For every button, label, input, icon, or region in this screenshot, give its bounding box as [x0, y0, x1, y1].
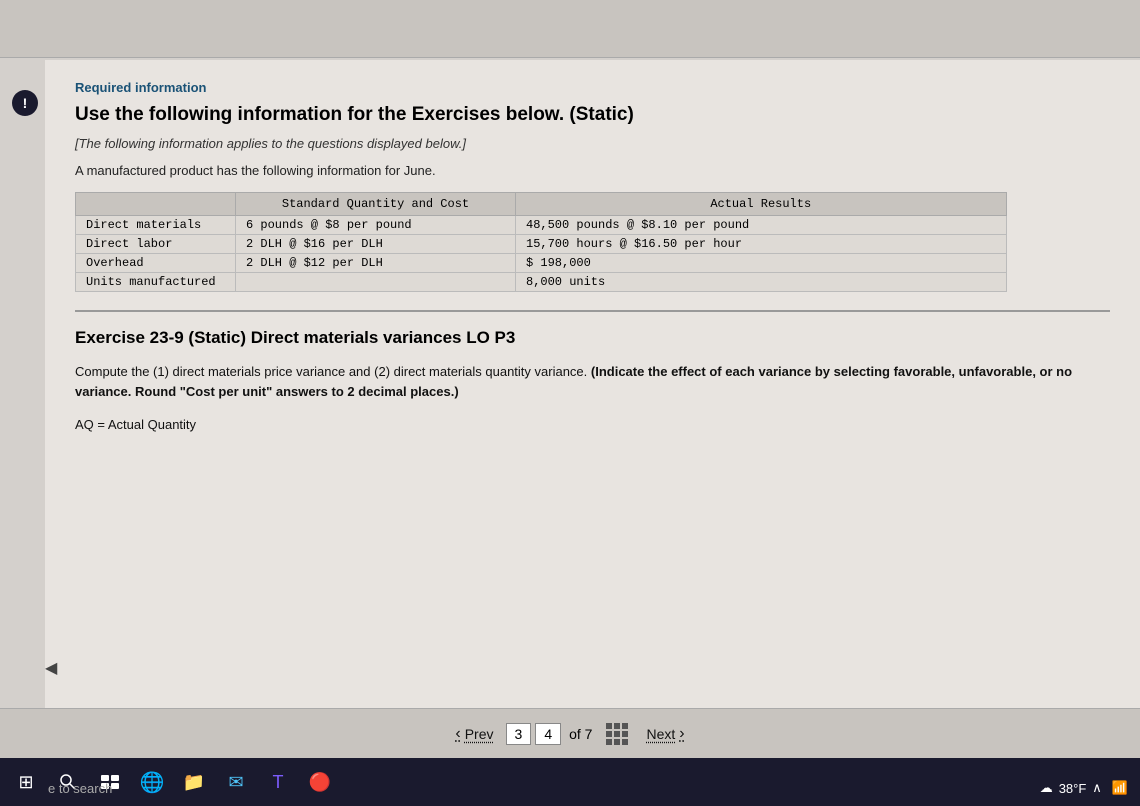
row-label-1: Direct materials	[76, 215, 236, 234]
mail-button[interactable]: ✉	[218, 764, 254, 800]
temperature: 38°F	[1059, 781, 1087, 796]
weather-info: ☁ 38°F ∧ 📶	[1040, 780, 1128, 796]
next-button[interactable]: Next ›	[646, 725, 684, 743]
chrome-button[interactable]: 🔴	[302, 764, 338, 800]
row-standard-2: 2 DLH @ $16 per DLH	[236, 234, 516, 253]
info-table: Standard Quantity and Cost Actual Result…	[75, 192, 1007, 292]
main-content: Required information Use the following i…	[45, 60, 1140, 746]
file-button[interactable]: 📁	[176, 764, 212, 800]
start-button[interactable]: ⊞	[8, 764, 44, 800]
total-pages: of 7	[569, 726, 592, 742]
page-indicator: 3 4 of 7	[506, 723, 635, 745]
row-label-3: Overhead	[76, 253, 236, 272]
row-standard-4	[236, 272, 516, 291]
col-header-label	[76, 192, 236, 215]
row-label-4: Units manufactured	[76, 272, 236, 291]
row-standard-3: 2 DLH @ $12 per DLH	[236, 253, 516, 272]
alert-icon: !	[12, 90, 38, 116]
exercise-title: Exercise 23-9 (Static) Direct materials …	[75, 328, 1110, 348]
table-row: Overhead 2 DLH @ $12 per DLH $ 198,000	[76, 253, 1007, 272]
row-actual-2: 15,700 hours @ $16.50 per hour	[516, 234, 1007, 253]
compute-text-1: Compute the (1) direct materials price v…	[75, 364, 591, 379]
teams-button[interactable]: T	[260, 764, 296, 800]
table-row: Direct materials 6 pounds @ $8 per pound…	[76, 215, 1007, 234]
current-page[interactable]: 3	[506, 723, 532, 745]
next-arrow-icon: ›	[679, 725, 684, 743]
row-actual-1: 48,500 pounds @ $8.10 per pound	[516, 215, 1007, 234]
aq-label: AQ = Actual Quantity	[75, 417, 1110, 432]
table-row: Units manufactured 8,000 units	[76, 272, 1007, 291]
row-standard-1: 6 pounds @ $8 per pound	[236, 215, 516, 234]
cloud-icon: ☁	[1040, 780, 1053, 796]
row-actual-3: $ 198,000	[516, 253, 1007, 272]
chevron-up-icon: ∧	[1092, 780, 1102, 796]
italic-note: [The following information applies to th…	[75, 136, 1110, 151]
edge-button[interactable]: 🌐	[134, 764, 170, 800]
table-row: Direct labor 2 DLH @ $16 per DLH 15,700 …	[76, 234, 1007, 253]
top-bar	[0, 0, 1140, 58]
grid-view-icon[interactable]	[606, 723, 628, 745]
row-actual-4: 8,000 units	[516, 272, 1007, 291]
bottom-nav: ‹ Prev 3 4 of 7 Next ›	[0, 708, 1140, 758]
required-info-label: Required information	[75, 80, 1110, 95]
col-header-standard: Standard Quantity and Cost	[236, 192, 516, 215]
col-header-actual: Actual Results	[516, 192, 1007, 215]
prev-button[interactable]: ‹ Prev	[455, 725, 493, 743]
compute-text: Compute the (1) direct materials price v…	[75, 362, 1110, 404]
description-text: A manufactured product has the following…	[75, 163, 1110, 178]
search-area-label: e to search	[48, 781, 112, 796]
divider	[75, 310, 1110, 312]
scroll-left-indicator[interactable]: ◀	[45, 658, 57, 678]
next-label: Next	[646, 726, 675, 742]
row-label-2: Direct labor	[76, 234, 236, 253]
prev-arrow-icon: ‹	[455, 725, 460, 743]
prev-label: Prev	[465, 726, 494, 742]
network-icon: 📶	[1112, 780, 1128, 796]
page-4[interactable]: 4	[535, 723, 561, 745]
taskbar: ⊞ 🌐 📁 ✉ T 🔴 ☁ 38°F ∧ 📶	[0, 758, 1140, 806]
main-heading: Use the following information for the Ex…	[75, 103, 1110, 128]
